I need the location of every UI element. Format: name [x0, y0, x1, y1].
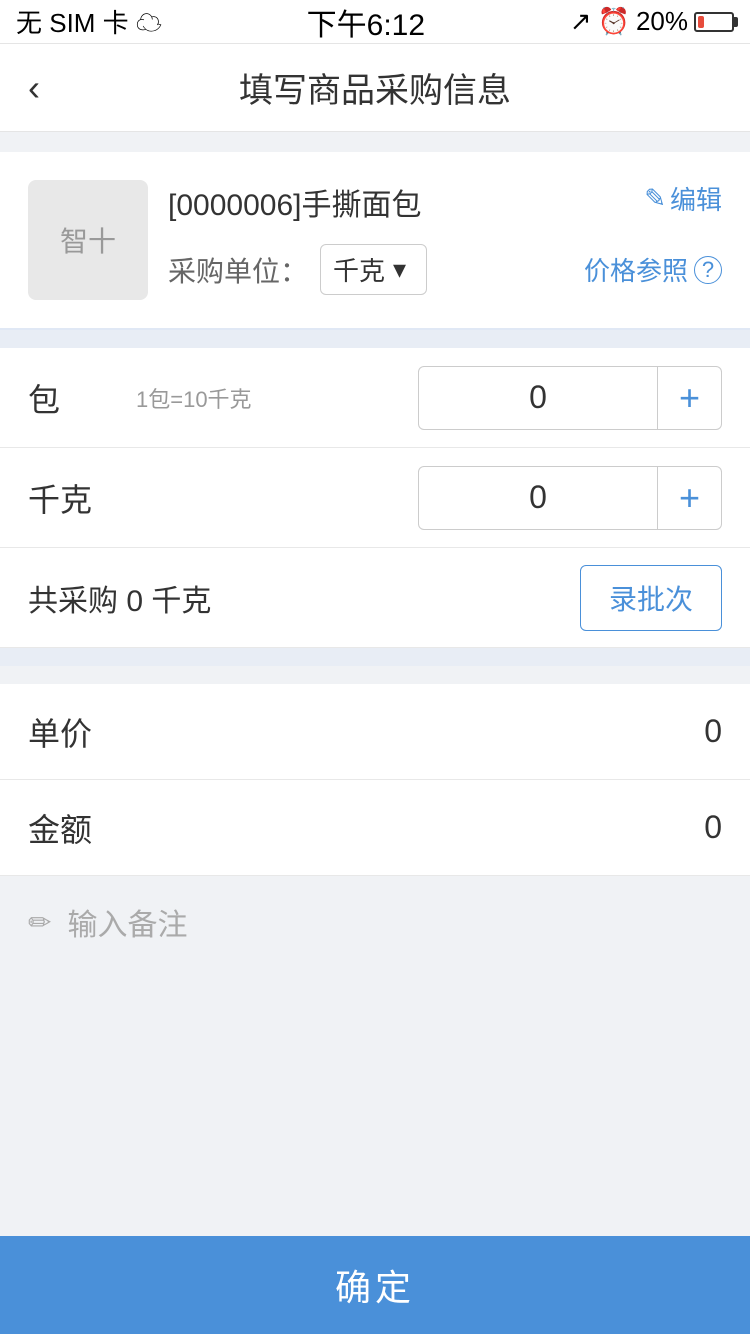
product-card: 智十 [0000006]手撕面包 ✎ 编辑 采购单位： 千克 ▾ 价格参照 ? — [0, 152, 750, 330]
edit-icon: ✎ — [644, 183, 666, 214]
location-icon: ↗ — [570, 6, 592, 37]
price-section: 单价 0 金额 0 — [0, 684, 750, 876]
sim-status: 无 SIM 卡 ☁ — [16, 3, 162, 40]
input-section: 包 1包=10千克 0 + 千克 0 + 共采购 0 千克 录批次 — [0, 348, 750, 648]
unit-select[interactable]: 千克 ▾ — [320, 244, 427, 295]
pencil-icon: ✏ — [28, 906, 51, 939]
unit-price-value: 0 — [704, 713, 722, 750]
bag-label: 包 — [28, 375, 128, 421]
unit-selector-wrapper: 采购单位： 千克 ▾ — [168, 244, 427, 295]
record-batch-button[interactable]: 录批次 — [580, 565, 722, 631]
unit-value: 千克 — [333, 251, 385, 288]
back-button[interactable]: ‹ — [28, 67, 40, 109]
section-separator-1 — [0, 330, 750, 348]
amount-row: 金额 0 — [0, 780, 750, 876]
section-separator-2 — [0, 648, 750, 666]
summary-row: 共采购 0 千克 录批次 — [0, 548, 750, 648]
bag-sublabel: 1包=10千克 — [136, 382, 252, 414]
edit-button[interactable]: ✎ 编辑 — [644, 180, 722, 217]
page-title: 填写商品采购信息 — [239, 63, 511, 112]
notes-section[interactable]: ✏ 输入备注 — [0, 876, 750, 968]
bag-input[interactable]: 0 — [418, 366, 658, 430]
status-time: 下午6:12 — [307, 0, 425, 44]
kg-control: 0 + — [128, 466, 722, 530]
status-left: 无 SIM 卡 ☁ — [16, 3, 162, 40]
amount-value: 0 — [704, 809, 722, 846]
price-ref-label: 价格参照 — [584, 251, 688, 288]
product-unit-row: 采购单位： 千克 ▾ 价格参照 ? — [168, 244, 722, 295]
product-name-row: [0000006]手撕面包 ✎ 编辑 — [168, 180, 722, 224]
battery-fill — [698, 16, 704, 28]
kg-input-row: 千克 0 + — [0, 448, 750, 548]
battery-icon — [694, 12, 734, 32]
unit-price-row: 单价 0 — [0, 684, 750, 780]
status-right: ↗ ⏰ 20% — [570, 6, 734, 37]
battery-percent: 20% — [636, 6, 688, 37]
kg-plus-button[interactable]: + — [658, 466, 722, 530]
kg-input[interactable]: 0 — [418, 466, 658, 530]
bag-plus-button[interactable]: + — [658, 366, 722, 430]
alarm-icon: ⏰ — [598, 6, 630, 37]
status-bar: 无 SIM 卡 ☁ 下午6:12 ↗ ⏰ 20% — [0, 0, 750, 44]
product-info: [0000006]手撕面包 ✎ 编辑 采购单位： 千克 ▾ 价格参照 ? — [168, 180, 722, 295]
product-logo-text: 智十 — [60, 220, 116, 260]
content-spacer — [0, 968, 750, 1228]
dropdown-icon: ▾ — [393, 254, 406, 285]
nav-bar: ‹ 填写商品采购信息 — [0, 44, 750, 132]
product-name: [0000006]手撕面包 — [168, 180, 421, 224]
bag-control: 0 + — [252, 366, 722, 430]
info-icon: ? — [694, 256, 722, 284]
unit-price-label: 单价 — [28, 709, 92, 755]
kg-label: 千克 — [28, 475, 128, 521]
product-image: 智十 — [28, 180, 148, 300]
amount-label: 金额 — [28, 805, 92, 851]
price-ref-button[interactable]: 价格参照 ? — [584, 251, 722, 288]
unit-label: 采购单位： — [168, 250, 308, 290]
summary-text: 共采购 0 千克 — [28, 576, 211, 620]
confirm-button[interactable]: 确定 — [0, 1236, 750, 1334]
bag-input-row: 包 1包=10千克 0 + — [0, 348, 750, 448]
notes-placeholder: 输入备注 — [67, 900, 187, 944]
edit-label: 编辑 — [670, 180, 722, 217]
